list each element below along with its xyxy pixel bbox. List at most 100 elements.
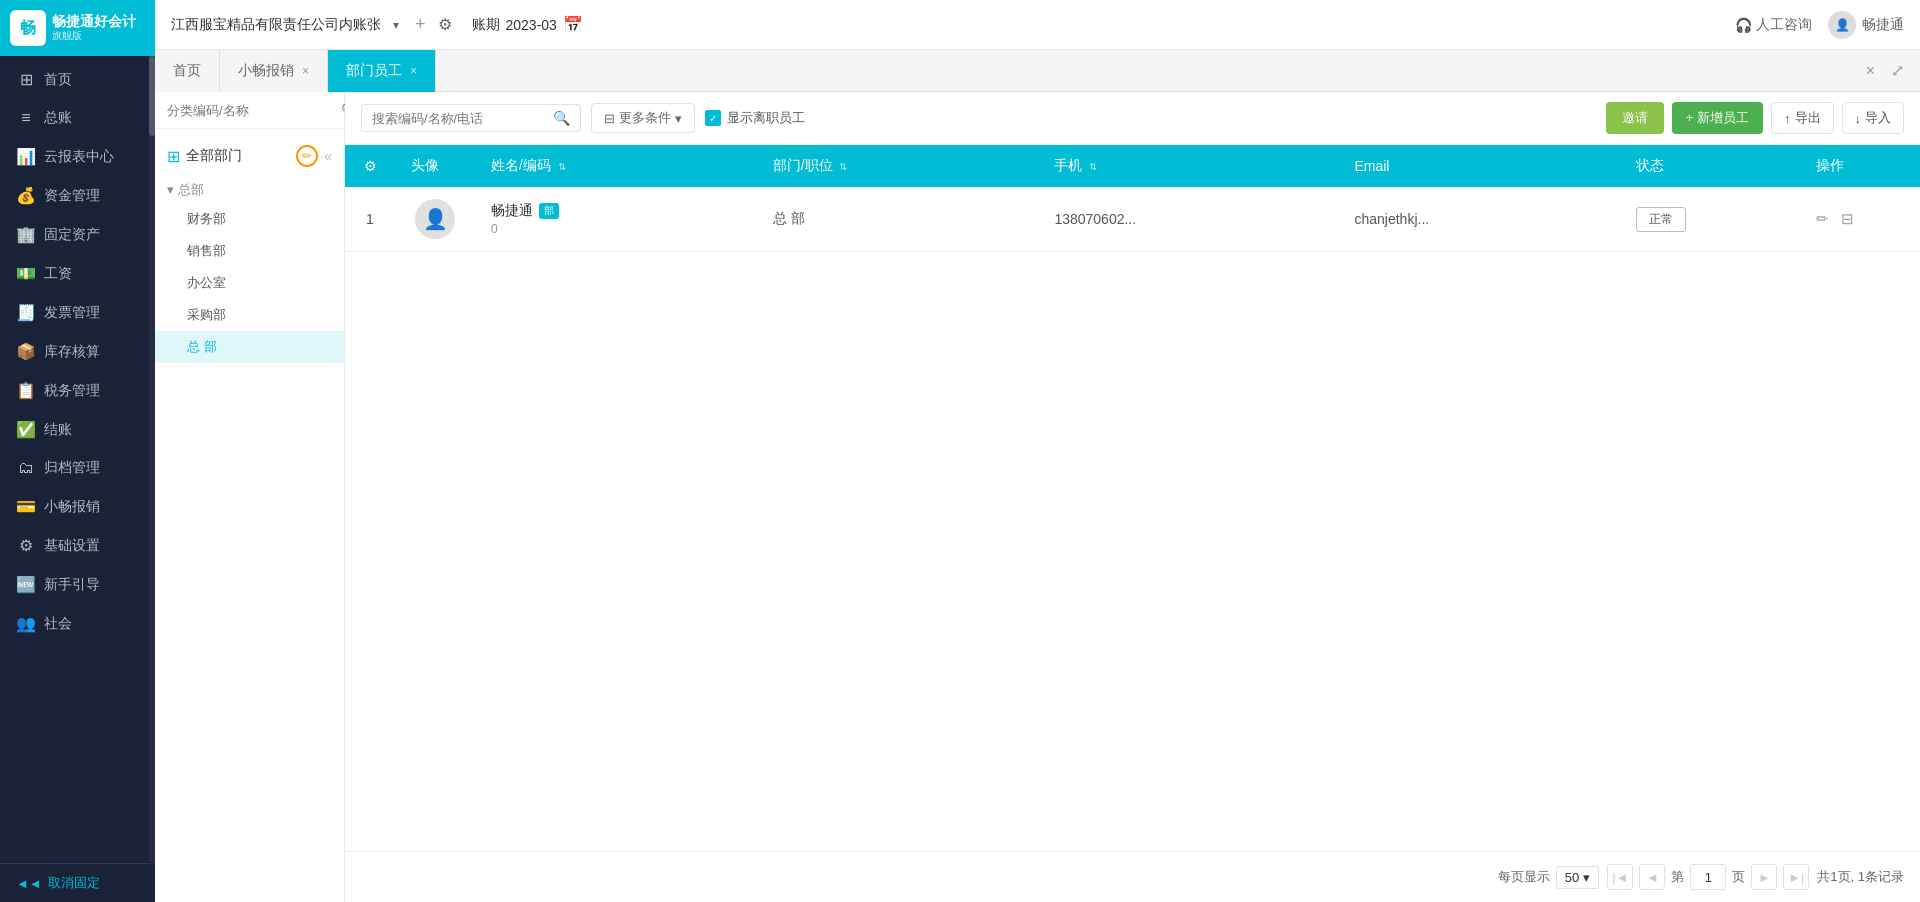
col-dept[interactable]: 部门/职位 ⇅ — [757, 145, 1039, 187]
sidebar-item-checkout[interactable]: ✅ 结账 — [0, 410, 155, 449]
export-btn[interactable]: ↑ 导出 — [1771, 102, 1834, 134]
calendar-icon[interactable]: 📅 — [563, 15, 583, 34]
action-btns: ✏ ⊟ — [1816, 210, 1904, 228]
page-prev-btn[interactable]: ◄ — [1639, 864, 1665, 890]
grid-icon: ⊞ — [167, 147, 180, 166]
period-display: 账期 2023-03 📅 — [472, 15, 583, 34]
sidebar-item-label: 云报表中心 — [44, 148, 114, 166]
employee-toolbar: 🔍 ⊟ 更多条件 ▾ ✓ 显示离职员工 邀请 + 新增员工 ↑ 导出 — [345, 92, 1920, 145]
sidebar-item-social[interactable]: 👥 社会 — [0, 604, 155, 643]
edit-employee-btn[interactable]: ✏ — [1816, 210, 1829, 228]
sidebar-item-ledger[interactable]: ≡ 总账 — [0, 99, 155, 137]
row-index: 1 — [345, 187, 395, 252]
more-actions-btn[interactable]: ⊟ — [1841, 210, 1854, 228]
per-page-value: 50 — [1565, 870, 1579, 885]
tabs-right-btns: × ⤢ — [1862, 57, 1920, 84]
employee-search-icon[interactable]: 🔍 — [553, 110, 570, 126]
dept-item-sales[interactable]: 销售部 — [155, 235, 344, 267]
cancel-pin-btn[interactable]: ◄◄ 取消固定 — [0, 863, 155, 902]
content-area: 🔍 ⊞ 全部部门 ✏ « ▾ 总部 财务部 销售部 办公室 采 — [155, 92, 1920, 902]
per-page-select[interactable]: 50 ▾ — [1556, 866, 1599, 889]
dept-item-finance[interactable]: 财务部 — [155, 203, 344, 235]
settings-icon: ⚙ — [16, 536, 36, 555]
col-status: 状态 — [1620, 145, 1800, 187]
tab-maximize-btn[interactable]: ⤢ — [1887, 57, 1908, 84]
dept-item-general[interactable]: 总 部 — [155, 331, 344, 363]
add-employee-btn[interactable]: + 新增员工 — [1672, 102, 1763, 134]
sidebar-item-archive[interactable]: 🗂 归档管理 — [0, 449, 155, 487]
employee-name: 畅捷通 — [491, 202, 533, 220]
sidebar-item-expense[interactable]: 💳 小畅报销 — [0, 487, 155, 526]
filter-btn[interactable]: ⊟ 更多条件 ▾ — [591, 103, 695, 133]
tab-expense-close-icon[interactable]: × — [302, 64, 309, 78]
dept-search-bar: 🔍 — [155, 92, 344, 129]
page-first-btn[interactable]: |◄ — [1607, 864, 1633, 890]
show-resigned-checkbox[interactable]: ✓ — [705, 110, 721, 126]
app-logo-text-block: 畅捷通好会计 旗舰版 — [52, 13, 136, 44]
sidebar-item-label: 新手引导 — [44, 576, 100, 594]
sidebar-item-guide[interactable]: 🆕 新手引导 — [0, 565, 155, 604]
col-settings[interactable]: ⚙ — [345, 145, 395, 187]
page-suffix: 页 — [1732, 868, 1745, 886]
reports-icon: 📊 — [16, 147, 36, 166]
tab-home-label: 首页 — [173, 62, 201, 80]
dept-collapse-btn[interactable]: « — [324, 148, 332, 164]
dept-tree: ⊞ 全部部门 ✏ « ▾ 总部 财务部 销售部 办公室 采购部 总 部 — [155, 129, 344, 902]
show-resigned-label: 显示离职员工 — [727, 109, 805, 127]
header-settings-icon[interactable]: ⚙ — [438, 15, 452, 34]
page-last-btn[interactable]: ►| — [1783, 864, 1809, 890]
sidebar-item-home[interactable]: ⊞ 首页 — [0, 60, 155, 99]
col-name[interactable]: 姓名/编码 ⇅ — [475, 145, 757, 187]
dept-edit-btn[interactable]: ✏ — [296, 145, 318, 167]
tab-employee-close-icon[interactable]: × — [410, 64, 417, 78]
all-dept-item[interactable]: ⊞ 全部部门 ✏ « — [155, 137, 344, 175]
support-btn[interactable]: 🎧 人工咨询 — [1735, 16, 1812, 34]
sidebar-item-label: 税务管理 — [44, 382, 100, 400]
sidebar-item-inventory[interactable]: 📦 库存核算 — [0, 332, 155, 371]
sidebar-item-tax[interactable]: 📋 税务管理 — [0, 371, 155, 410]
company-dropdown-icon[interactable]: ▾ — [393, 18, 399, 32]
import-btn[interactable]: ↓ 导入 — [1842, 102, 1905, 134]
sidebar-item-funds[interactable]: 💰 资金管理 — [0, 176, 155, 215]
tab-close-window-btn[interactable]: × — [1862, 58, 1879, 84]
inventory-icon: 📦 — [16, 342, 36, 361]
tab-home[interactable]: 首页 — [155, 50, 220, 92]
sidebar-logo: 畅 畅捷通好会计 旗舰版 — [0, 0, 155, 56]
employee-search-input[interactable] — [372, 111, 547, 126]
funds-icon: 💰 — [16, 186, 36, 205]
show-resigned-toggle[interactable]: ✓ 显示离职员工 — [705, 109, 805, 127]
import-icon: ↓ — [1855, 111, 1862, 126]
col-email: Email — [1338, 145, 1620, 187]
tab-expense[interactable]: 小畅报销 × — [220, 50, 328, 92]
user-name: 畅捷通 — [1862, 16, 1904, 34]
user-info[interactable]: 👤 畅捷通 — [1828, 11, 1904, 39]
export-label: 导出 — [1795, 109, 1821, 127]
main-area: 江西服宝精品有限责任公司内账张 ▾ + ⚙ 账期 2023-03 📅 🎧 人工咨… — [155, 0, 1920, 902]
page-next-btn[interactable]: ► — [1751, 864, 1777, 890]
dept-item-office[interactable]: 办公室 — [155, 267, 344, 299]
dept-expand-arrow: ▾ — [167, 182, 174, 197]
dept-search-input[interactable] — [167, 103, 335, 118]
sidebar-item-label: 社会 — [44, 615, 72, 633]
col-phone[interactable]: 手机 ⇅ — [1038, 145, 1338, 187]
tab-employee[interactable]: 部门员工 × — [328, 50, 436, 92]
tabs-bar: 首页 小畅报销 × 部门员工 × × ⤢ — [155, 50, 1920, 92]
page-input[interactable] — [1690, 864, 1726, 890]
headset-icon: 🎧 — [1735, 17, 1752, 33]
sidebar-item-invoice[interactable]: 🧾 发票管理 — [0, 293, 155, 332]
sidebar-item-label: 结账 — [44, 421, 72, 439]
sidebar-item-label: 资金管理 — [44, 187, 100, 205]
dept-item-purchase[interactable]: 采购部 — [155, 299, 344, 331]
header-right: 🎧 人工咨询 👤 畅捷通 — [1735, 11, 1904, 39]
sidebar-item-settings[interactable]: ⚙ 基础设置 — [0, 526, 155, 565]
all-dept-label: 全部部门 — [186, 147, 242, 165]
sidebar-item-assets[interactable]: 🏢 固定资产 — [0, 215, 155, 254]
dept-panel: 🔍 ⊞ 全部部门 ✏ « ▾ 总部 财务部 销售部 办公室 采 — [155, 92, 345, 902]
sidebar-item-salary[interactable]: 💵 工资 — [0, 254, 155, 293]
sidebar-item-reports[interactable]: 📊 云报表中心 — [0, 137, 155, 176]
invite-btn[interactable]: 邀请 — [1606, 102, 1664, 134]
app-logo-icon: 畅 — [10, 10, 46, 46]
add-company-btn[interactable]: + — [415, 14, 426, 35]
dept-all-actions: ✏ « — [296, 145, 332, 167]
per-page-dropdown-icon: ▾ — [1583, 870, 1590, 885]
